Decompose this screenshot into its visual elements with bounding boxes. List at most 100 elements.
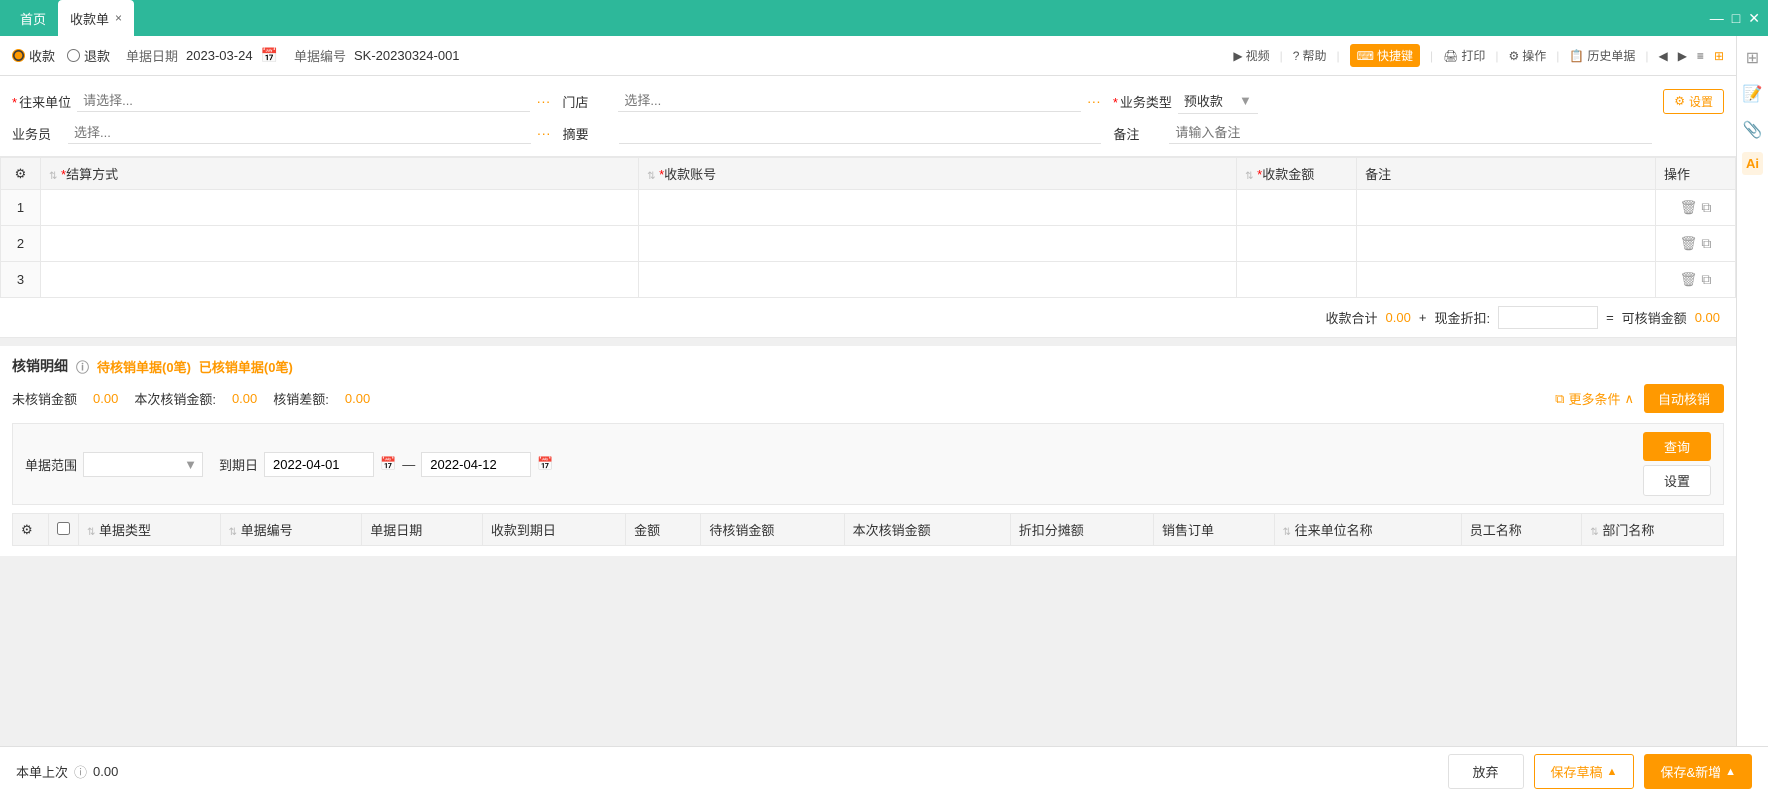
amount-cell-1[interactable] <box>1237 190 1357 226</box>
receipt-radio[interactable]: 收款 <box>12 46 55 65</box>
receipt-table-section: ⚙ ⇅ *结算方式 ⇅ *收款账号 ⇅ *收款金额 <box>0 157 1736 298</box>
dept-th: ⇅ 部门名称 <box>1582 514 1724 546</box>
store-more-icon[interactable]: ··· <box>1087 93 1101 109</box>
store-input[interactable] <box>618 90 1080 112</box>
abstract-field: 摘要 <box>563 122 1102 144</box>
due-date-end-input[interactable] <box>421 452 531 477</box>
summary-row: 收款合计 0.00 + 现金折扣: = 可核销金额 0.00 <box>0 298 1736 338</box>
print-btn[interactable]: 🖨 打印 <box>1443 47 1485 64</box>
sidebar-notes-icon[interactable]: 📝 <box>1739 80 1767 108</box>
amount-cell-3[interactable] <box>1237 262 1357 298</box>
due-date-end-calendar-icon[interactable]: 📅 <box>537 456 553 472</box>
filter-icon: ⧉ <box>1555 391 1564 407</box>
save-draft-button[interactable]: 保存草稿 ▲ <box>1534 754 1635 789</box>
business-type-select[interactable]: 预收款 ▼ <box>1178 88 1258 114</box>
minimize-icon[interactable]: — <box>1710 10 1724 27</box>
salesperson-more-icon[interactable]: ··· <box>537 125 551 141</box>
nav-list-icon[interactable]: ≡ <box>1697 49 1704 63</box>
discard-button[interactable]: 放弃 <box>1448 754 1524 789</box>
copy-row-2-icon[interactable]: ⧉ <box>1701 235 1711 252</box>
remark-cell-2[interactable] <box>1357 226 1656 262</box>
remark-input[interactable] <box>1169 122 1652 144</box>
chevron-up-icon: ∧ <box>1624 391 1634 407</box>
discount-input[interactable] <box>1498 306 1598 329</box>
counterparty-input[interactable] <box>77 90 530 112</box>
query-settings-button[interactable]: 设置 <box>1643 465 1711 496</box>
action-cell-3: 🗑 ⧉ <box>1656 262 1736 298</box>
done-tab-link[interactable]: 已核销单据(0笔) <box>199 357 293 376</box>
delete-row-1-icon[interactable]: 🗑 <box>1680 199 1698 216</box>
tab-home[interactable]: 首页 <box>8 0 58 36</box>
nav-grid-icon[interactable]: ⊞ <box>1714 49 1724 63</box>
more-conditions-btn[interactable]: ⧉ 更多条件 ∧ <box>1555 389 1634 408</box>
settlement-th: ⇅ *结算方式 <box>41 158 639 190</box>
section-title: 核销明细 ⓘ 待核销单据(0笔) 已核销单据(0笔) <box>12 356 1724 376</box>
close-icon[interactable]: ✕ <box>1748 10 1760 27</box>
settlement-cell-2[interactable] <box>41 226 639 262</box>
settlement-cell-1[interactable] <box>41 190 639 226</box>
doc-type-radio-group: 收款 退款 <box>12 46 110 65</box>
query-button[interactable]: 查询 <box>1643 432 1711 461</box>
copy-row-1-icon[interactable]: ⧉ <box>1701 199 1711 216</box>
print-icon: 🖨 <box>1443 49 1458 63</box>
range-select[interactable] <box>83 452 203 477</box>
refund-radio[interactable]: 退款 <box>67 46 110 65</box>
sidebar-ai-icon[interactable]: Ai <box>1742 152 1763 175</box>
reconcile-table: ⚙ ⇅ 单据类型 ⇅ 单据编号 <box>12 513 1724 546</box>
doc-no-field: 单据编号 SK-20230324-001 <box>294 46 460 65</box>
salesperson-input[interactable] <box>68 122 531 144</box>
sidebar-table-icon[interactable]: ⊞ <box>1742 44 1763 72</box>
tab-receipt[interactable]: 收款单 × <box>58 0 134 36</box>
reconcile-section: 核销明细 ⓘ 待核销单据(0笔) 已核销单据(0笔) 未核销金额 0.00 本次… <box>0 346 1736 556</box>
account-cell-3[interactable] <box>639 262 1237 298</box>
auto-reconcile-button[interactable]: 自动核销 <box>1644 384 1724 413</box>
sales-order-th: 销售订单 <box>1154 514 1275 546</box>
reconcile-gear-th[interactable]: ⚙ <box>13 514 49 546</box>
account-cell-1[interactable] <box>639 190 1237 226</box>
footer: 本单上次 ⓘ 0.00 放弃 保存草稿 ▲ 保存&新增 ▲ <box>0 746 1768 796</box>
reconcile-info-icon[interactable]: ⓘ <box>76 357 89 376</box>
range-select-wrapper: ▼ <box>83 452 203 477</box>
remark-field: 备注 <box>1113 122 1652 144</box>
copy-row-3-icon[interactable]: ⧉ <box>1701 271 1711 288</box>
nav-next-icon[interactable]: ▶ <box>1678 49 1687 63</box>
pending-tab-link[interactable]: 待核销单据(0笔) <box>97 357 191 376</box>
video-btn[interactable]: ▶ 视频 <box>1233 47 1269 64</box>
save-new-button[interactable]: 保存&新增 ▲ <box>1644 754 1752 789</box>
remark-cell-3[interactable] <box>1357 262 1656 298</box>
gear-th[interactable]: ⚙ <box>1 158 41 190</box>
calendar-icon[interactable]: 📅 <box>261 47 278 64</box>
nav-prev-icon[interactable]: ◀ <box>1658 49 1667 63</box>
reconcile-table-wrapper: ⚙ ⇅ 单据类型 ⇅ 单据编号 <box>12 513 1724 546</box>
delete-row-2-icon[interactable]: 🗑 <box>1680 235 1698 252</box>
footer-info-icon[interactable]: ⓘ <box>74 762 87 781</box>
tab-bar: 首页 收款单 × — □ ✕ <box>0 0 1768 36</box>
help-btn[interactable]: ? 帮助 <box>1293 47 1327 64</box>
due-date-start-calendar-icon[interactable]: 📅 <box>380 456 396 472</box>
delete-row-3-icon[interactable]: 🗑 <box>1680 271 1698 288</box>
settlement-cell-3[interactable] <box>41 262 639 298</box>
counterparty-field: 往来单位 ··· <box>12 90 550 112</box>
table-gear-icon[interactable]: ⚙ <box>15 166 27 182</box>
amount-cell-2[interactable] <box>1237 226 1357 262</box>
history-icon: 📋 <box>1569 49 1584 63</box>
select-all-checkbox[interactable] <box>57 522 70 535</box>
doc-date-th: 单据日期 <box>362 514 483 546</box>
tab-close-icon[interactable]: × <box>115 11 122 25</box>
remark-cell-1[interactable] <box>1357 190 1656 226</box>
settings-button[interactable]: ⚙ 设置 <box>1663 89 1724 114</box>
counterparty-more-icon[interactable]: ··· <box>536 93 550 109</box>
save-new-chevron-icon: ▲ <box>1725 766 1736 778</box>
maximize-icon[interactable]: □ <box>1732 10 1740 27</box>
history-btn[interactable]: 📋 历史单据 <box>1569 47 1635 64</box>
sidebar-attach-icon[interactable]: 📎 <box>1739 116 1767 144</box>
operation-btn[interactable]: ⚙ 操作 <box>1508 47 1546 64</box>
footer-info: 本单上次 ⓘ 0.00 <box>16 762 118 781</box>
chevron-down-icon: ▼ <box>1239 93 1252 108</box>
shortcut-btn[interactable]: ⌨ 快捷键 <box>1350 44 1420 67</box>
account-cell-2[interactable] <box>639 226 1237 262</box>
discount-th: 折扣分摊额 <box>1010 514 1153 546</box>
abstract-input[interactable] <box>619 122 1102 144</box>
table-row: 3 🗑 ⧉ <box>1 262 1736 298</box>
due-date-start-input[interactable] <box>264 452 374 477</box>
